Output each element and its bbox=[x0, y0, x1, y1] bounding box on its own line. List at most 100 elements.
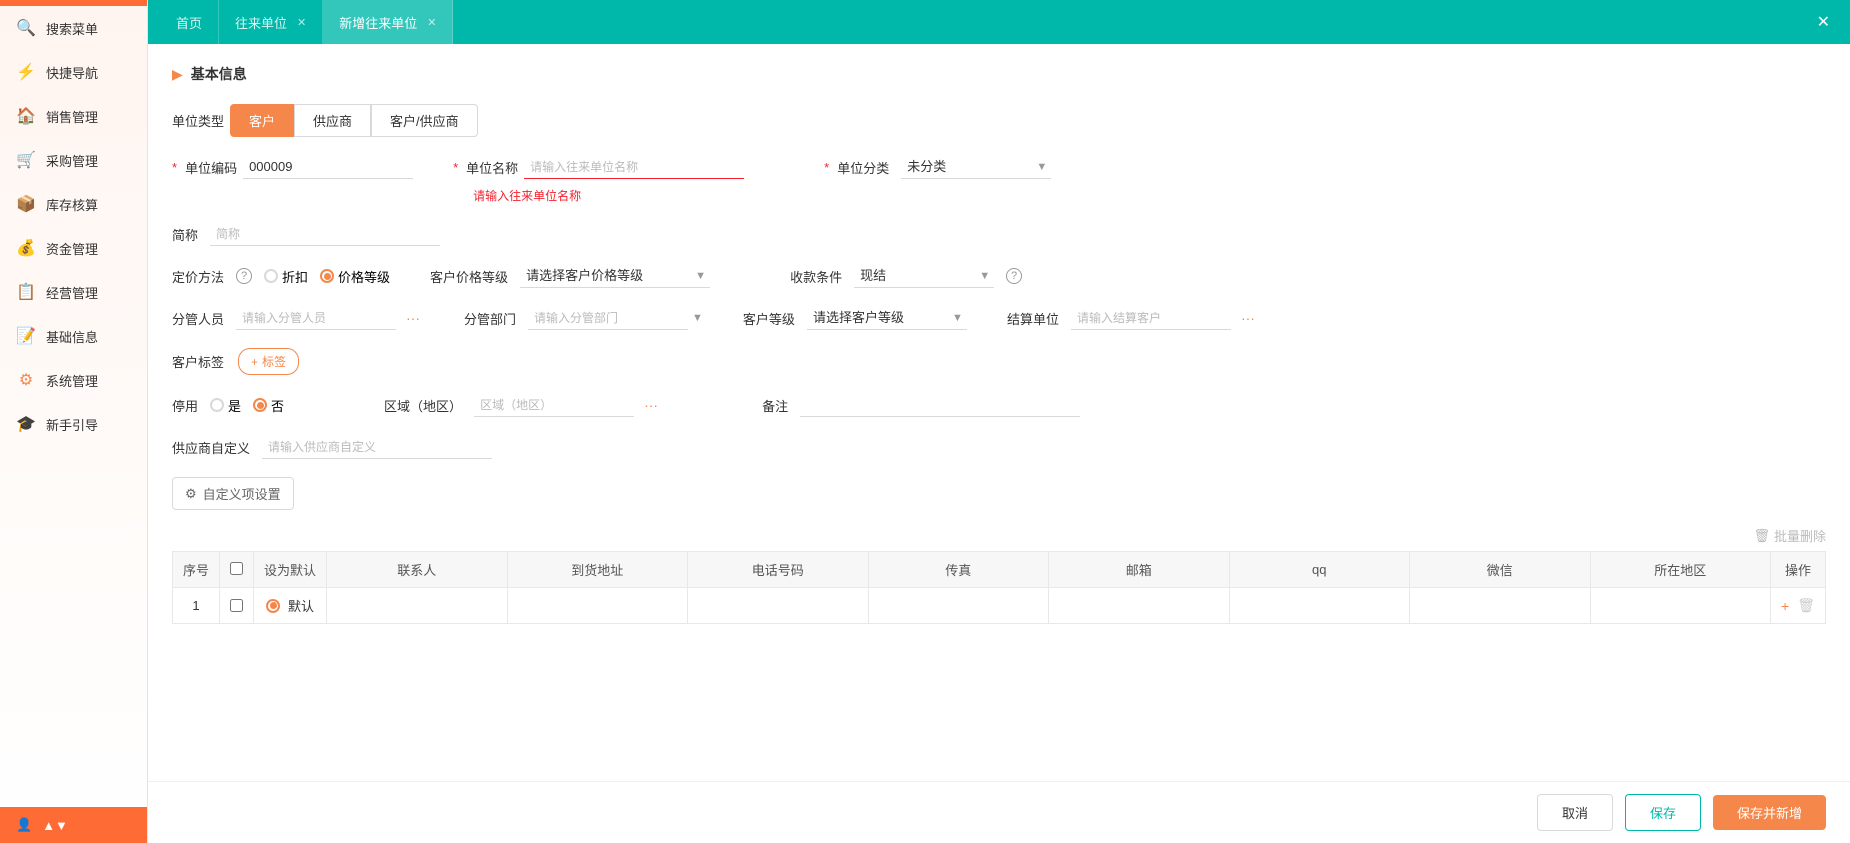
email-input[interactable] bbox=[1059, 594, 1219, 617]
region-input[interactable] bbox=[474, 393, 634, 417]
sidebar-item-basic-info[interactable]: 📝 基础信息 bbox=[0, 314, 147, 358]
col-address: 到货地址 bbox=[507, 552, 688, 588]
unit-type-both-btn[interactable]: 客户/供应商 bbox=[371, 104, 478, 137]
fax-input[interactable] bbox=[879, 594, 1039, 617]
payment-terms-select[interactable]: 现结 bbox=[854, 264, 994, 288]
tab-trade-units[interactable]: 往来单位 ✕ bbox=[219, 0, 323, 44]
sidebar-item-inventory[interactable]: 📦 库存核算 bbox=[0, 182, 147, 226]
tab-new-trade-unit-close[interactable]: ✕ bbox=[427, 16, 436, 29]
batch-delete-label[interactable]: 批量删除 bbox=[1774, 526, 1826, 545]
row-default-circle bbox=[266, 599, 280, 613]
sidebar-item-sales[interactable]: 🏠 销售管理 bbox=[0, 94, 147, 138]
sidebar-user-area[interactable]: 👤 ▲▼ bbox=[0, 807, 147, 843]
unit-type-row: 单位类型 客户 供应商 客户/供应商 bbox=[172, 104, 1826, 137]
row-add-btn[interactable]: + bbox=[1781, 598, 1789, 614]
radio-disabled-no[interactable]: 否 bbox=[253, 396, 284, 415]
row-default-dot bbox=[270, 602, 277, 609]
unit-name-input[interactable] bbox=[524, 155, 744, 179]
save-button[interactable]: 保存 bbox=[1625, 794, 1701, 831]
basic-info-icon: 📝 bbox=[16, 326, 36, 346]
radio-discount[interactable]: 折扣 bbox=[264, 267, 308, 286]
sales-icon: 🏠 bbox=[16, 106, 36, 126]
cell-fax bbox=[868, 588, 1049, 624]
row-default-radio[interactable]: 默认 bbox=[264, 596, 316, 615]
customer-level-wrapper: 请选择客户等级 ▼ bbox=[807, 306, 967, 330]
unit-type-supplier-btn[interactable]: 供应商 bbox=[294, 104, 371, 137]
sidebar-item-beginner[interactable]: 🎓 新手引导 bbox=[0, 402, 147, 446]
radio-price-level-label: 价格等级 bbox=[338, 267, 390, 286]
unit-type-customer-btn[interactable]: 客户 bbox=[230, 104, 294, 137]
pricing-method-help[interactable]: ? bbox=[236, 268, 252, 284]
payment-terms-label: 收款条件 bbox=[790, 267, 842, 286]
region-more-btn[interactable]: ··· bbox=[640, 397, 662, 413]
tab-home[interactable]: 首页 bbox=[160, 0, 219, 44]
disabled-radios: 是 否 bbox=[210, 396, 284, 415]
custom-settings-btn[interactable]: ⚙ 自定义项设置 bbox=[172, 477, 294, 510]
select-all-checkbox[interactable] bbox=[230, 562, 243, 575]
operations-icon: 📋 bbox=[16, 282, 36, 302]
sidebar-item-operations[interactable]: 📋 经营管理 bbox=[0, 270, 147, 314]
qq-input[interactable] bbox=[1240, 594, 1400, 617]
radio-disabled-yes-circle bbox=[210, 398, 224, 412]
sidebar-item-search-menu[interactable]: 🔍 搜索菜单 bbox=[0, 6, 147, 50]
col-contact: 联系人 bbox=[327, 552, 508, 588]
tab-home-label: 首页 bbox=[176, 13, 202, 32]
wechat-input[interactable] bbox=[1420, 594, 1580, 617]
row-default-label: 默认 bbox=[288, 596, 314, 615]
customer-tag-label: 客户标签 bbox=[172, 352, 224, 371]
unit-category-label: 单位分类 bbox=[837, 158, 889, 177]
manager-field: 分管人员 ··· bbox=[172, 306, 424, 330]
row-delete-btn[interactable]: 🗑 bbox=[1797, 597, 1815, 614]
cell-qq bbox=[1229, 588, 1410, 624]
tab-bar: 首页 往来单位 ✕ 新增往来单位 ✕ ✕ bbox=[148, 0, 1850, 44]
add-tag-icon: + bbox=[251, 355, 258, 369]
custom-settings-icon: ⚙ bbox=[185, 486, 197, 502]
add-tag-label: 标签 bbox=[262, 353, 286, 370]
col-default: 设为默认 bbox=[254, 552, 327, 588]
short-name-input[interactable] bbox=[210, 222, 440, 246]
unit-code-input[interactable] bbox=[243, 155, 413, 179]
manager-more-btn[interactable]: ··· bbox=[402, 310, 424, 326]
unit-category-select[interactable]: 未分类 bbox=[901, 155, 1051, 179]
contact-input[interactable] bbox=[337, 594, 497, 617]
unit-category-select-wrapper: 未分类 ▼ bbox=[901, 155, 1051, 179]
manager-input[interactable] bbox=[236, 306, 396, 330]
payment-terms-help[interactable]: ? bbox=[1006, 268, 1022, 284]
row-checkbox[interactable] bbox=[230, 599, 243, 612]
add-tag-btn[interactable]: + 标签 bbox=[238, 348, 299, 375]
unit-code-field: * 单位编码 bbox=[172, 155, 413, 179]
sidebar-item-purchase[interactable]: 🛒 采购管理 bbox=[0, 138, 147, 182]
settlement-unit-input[interactable] bbox=[1071, 306, 1231, 330]
cell-default: 默认 bbox=[254, 588, 327, 624]
tab-new-trade-unit[interactable]: 新增往来单位 ✕ bbox=[323, 0, 453, 44]
row-action-group: + 🗑 bbox=[1781, 597, 1815, 614]
sidebar-item-system[interactable]: ⚙ 系统管理 bbox=[0, 358, 147, 402]
payment-terms-wrapper: 现结 ▼ bbox=[854, 264, 994, 288]
radio-price-level[interactable]: 价格等级 bbox=[320, 267, 390, 286]
row-region-input[interactable] bbox=[1601, 594, 1761, 617]
sidebar-item-finance[interactable]: 💰 资金管理 bbox=[0, 226, 147, 270]
address-input[interactable] bbox=[518, 594, 678, 617]
sidebar-item-label: 资金管理 bbox=[46, 239, 98, 258]
settlement-unit-more-btn[interactable]: ··· bbox=[1237, 310, 1259, 326]
global-close-btn[interactable]: ✕ bbox=[1809, 8, 1838, 36]
radio-disabled-yes[interactable]: 是 bbox=[210, 396, 241, 415]
cancel-button[interactable]: 取消 bbox=[1537, 794, 1613, 831]
customer-price-level-select[interactable]: 请选择客户价格等级 bbox=[520, 264, 710, 288]
phone-input[interactable] bbox=[698, 594, 858, 617]
customer-level-select[interactable]: 请选择客户等级 bbox=[807, 306, 967, 330]
department-label: 分管部门 bbox=[464, 309, 516, 328]
sidebar-item-quick-nav[interactable]: ⚡ 快捷导航 bbox=[0, 50, 147, 94]
department-chevron: ▼ bbox=[692, 312, 703, 324]
tab-trade-units-close[interactable]: ✕ bbox=[297, 16, 306, 29]
sidebar-item-label: 采购管理 bbox=[46, 151, 98, 170]
remark-input[interactable] bbox=[800, 393, 1080, 417]
col-phone: 电话号码 bbox=[688, 552, 869, 588]
table-row: 1 默认 bbox=[173, 588, 1826, 624]
unit-name-error: 请输入往来单位名称 bbox=[473, 187, 581, 204]
search-menu-icon: 🔍 bbox=[16, 18, 36, 38]
section-icon: ▶ bbox=[172, 66, 183, 83]
supplier-custom-input[interactable] bbox=[262, 435, 492, 459]
department-input[interactable] bbox=[528, 306, 688, 330]
save-and-new-button[interactable]: 保存并新增 bbox=[1713, 795, 1826, 830]
